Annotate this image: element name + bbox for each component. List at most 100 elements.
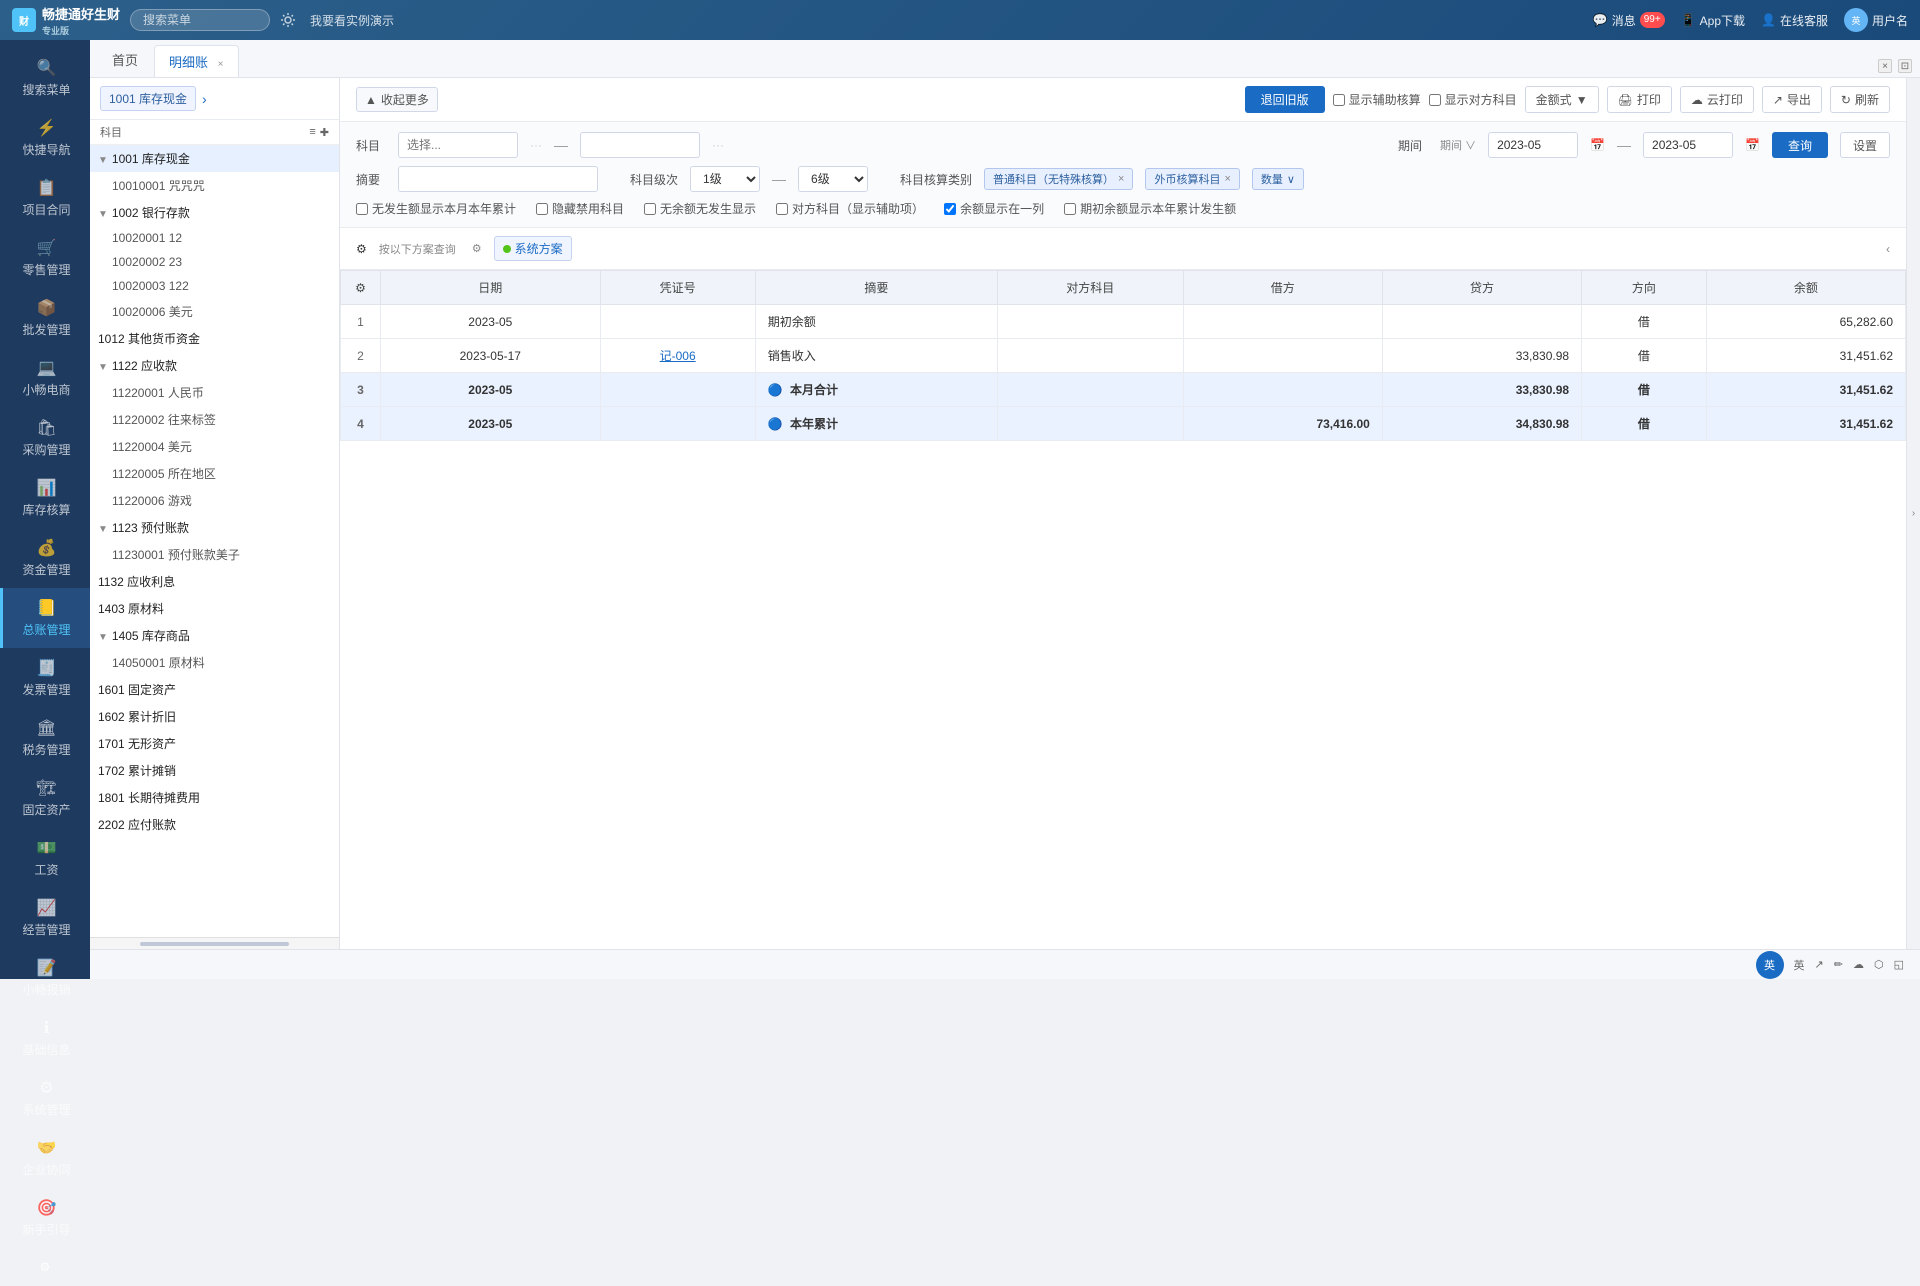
show-opposite-checkbox[interactable]: 显示对方科目	[1429, 91, 1517, 108]
tree-item-1132[interactable]: 1132 应收利息	[90, 568, 339, 595]
period-start-input[interactable]	[1488, 132, 1578, 158]
user-avatar[interactable]: 英 用户名	[1844, 8, 1908, 32]
level-end-select[interactable]: 6级2级3级	[798, 166, 868, 192]
return-old-btn[interactable]: 退回旧版	[1245, 86, 1325, 113]
tree-item-2202[interactable]: 2202 应付账款	[90, 811, 339, 838]
summary-input[interactable]	[398, 166, 598, 192]
sidebar-item-fixedasset[interactable]: 🏗 固定资产	[0, 768, 90, 828]
list-view-icon[interactable]: ≡	[309, 126, 315, 138]
message-btn[interactable]: 💬 消息 99+	[1593, 12, 1665, 29]
checkbox-no-balance[interactable]: 无余额无发生显示	[644, 200, 756, 217]
tree-item-1602[interactable]: 1602 累计折旧	[90, 703, 339, 730]
show-auxiliary-check[interactable]	[1333, 94, 1345, 106]
checkbox-no-amount-input[interactable]	[356, 203, 368, 215]
breadcrumb-arrow-icon[interactable]: ›	[202, 91, 207, 107]
tag2-close-icon[interactable]: ×	[1224, 173, 1230, 185]
account-panel-scrollbar[interactable]	[90, 937, 339, 949]
tree-item-14050001[interactable]: 14050001 原材料	[90, 649, 339, 676]
sidebar-item-expenses[interactable]: 📝 小畅报销	[0, 948, 90, 1008]
checkbox-no-amount[interactable]: 无发生额显示本月本年累计	[356, 200, 516, 217]
tree-item-1702[interactable]: 1702 累计摊销	[90, 757, 339, 784]
checkbox-no-balance-input[interactable]	[644, 203, 656, 215]
checkbox-balance-one-col[interactable]: 余额显示在一列	[944, 200, 1044, 217]
tab-close-icon[interactable]: ×	[218, 59, 224, 70]
sidebar-item-quicknav[interactable]: ⚡ 快捷导航	[0, 108, 90, 168]
tree-item-1405[interactable]: ▼1405 库存商品	[90, 622, 339, 649]
sidebar-item-inventory[interactable]: 📊 库存核算	[0, 468, 90, 528]
tree-item-11220004[interactable]: 11220004 美元	[90, 433, 339, 460]
status-tool-3[interactable]: ✏	[1834, 958, 1843, 971]
sidebar-item-invoice[interactable]: 🧾 发票管理	[0, 648, 90, 708]
subject-input[interactable]	[398, 132, 518, 158]
filter-settings-icon[interactable]: ⚙	[472, 242, 482, 255]
sidebar-item-retail[interactable]: 🛒 零售管理	[0, 228, 90, 288]
status-tool-6[interactable]: ◱	[1894, 958, 1904, 971]
tree-item-11220005[interactable]: 11220005 所在地区	[90, 460, 339, 487]
tab-home[interactable]: 首页	[98, 42, 152, 77]
level-start-select[interactable]: 1级2级3级	[690, 166, 760, 192]
tree-item-1012[interactable]: 1012 其他货币资金	[90, 325, 339, 352]
tree-item-11220006[interactable]: 11220006 游戏	[90, 487, 339, 514]
sidebar-item-ecommerce[interactable]: 💻 小畅电商	[0, 348, 90, 408]
win-close-btn[interactable]: ×	[1878, 59, 1892, 73]
online-service-btn[interactable]: 👤 在线客服	[1761, 12, 1828, 29]
sidebar-item-basicinfo[interactable]: ℹ 基础信息	[0, 1008, 90, 1068]
show-auxiliary-checkbox[interactable]: 显示辅助核算	[1333, 91, 1421, 108]
tree-item-1123[interactable]: ▼1123 预付账款	[90, 514, 339, 541]
sidebar-item-search[interactable]: 🔍 搜索菜单	[0, 48, 90, 108]
refresh-btn[interactable]: ↻ 刷新	[1830, 86, 1890, 113]
tree-item-10020006[interactable]: 10020006 美元	[90, 298, 339, 325]
status-tool-2[interactable]: ↗	[1815, 958, 1824, 971]
search-input[interactable]	[130, 9, 270, 31]
tree-item-10010001[interactable]: 10010001 咒咒咒	[90, 172, 339, 199]
sidebar-item-operations[interactable]: 📈 经营管理	[0, 888, 90, 948]
sidebar-item-ledger[interactable]: 📒 总账管理	[0, 588, 90, 648]
filter-tag-2[interactable]: 外币核算科目 ×	[1145, 168, 1239, 190]
tree-item-1122[interactable]: ▼1122 应收款	[90, 352, 339, 379]
tree-item-1801[interactable]: 1801 长期待摊费用	[90, 784, 339, 811]
checkbox-opposite-subject[interactable]: 对方科目（显示辅助项）	[776, 200, 924, 217]
tree-item-1701[interactable]: 1701 无形资产	[90, 730, 339, 757]
sidebar-item-guide[interactable]: 🎯 新手引导	[0, 1188, 90, 1248]
table-header-gear[interactable]: ⚙	[341, 271, 381, 305]
cloud-print-btn[interactable]: ☁ 云打印	[1680, 86, 1754, 113]
data-table-wrapper[interactable]: ⚙ 日期 凭证号 摘要 对方科目 借方 贷方 方向 余额	[340, 270, 1906, 949]
tree-item-1001[interactable]: ▼1001 库存现金	[90, 145, 339, 172]
sidebar-item-payroll[interactable]: 💵 工资	[0, 828, 90, 888]
tab-detail[interactable]: 明细账 ×	[154, 45, 238, 77]
sidebar-item-collab[interactable]: 🤝 企业协同	[0, 1128, 90, 1188]
account-breadcrumb[interactable]: 1001 库存现金	[100, 86, 196, 111]
status-tool-1[interactable]: 英	[1794, 957, 1805, 973]
settings-icon[interactable]	[280, 10, 300, 30]
lang-btn[interactable]: 英	[1756, 951, 1784, 979]
tree-item-11220002[interactable]: 11220002 往来标签	[90, 406, 339, 433]
tree-item-10020002[interactable]: 10020002 23	[90, 250, 339, 274]
show-opposite-check[interactable]	[1429, 94, 1441, 106]
row-voucher-2[interactable]: 记-006	[600, 339, 755, 373]
tree-item-1601[interactable]: 1601 固定资产	[90, 676, 339, 703]
filter-tag-1[interactable]: 普通科目（无特殊核算） ×	[984, 168, 1133, 190]
collapse-btn[interactable]: ▲ 收起更多	[356, 87, 438, 112]
tree-item-11220001[interactable]: 11220001 人民币	[90, 379, 339, 406]
sidebar-item-purchase[interactable]: 🛍 采购管理	[0, 408, 90, 468]
sidebar-settings-btn[interactable]: ⚙	[0, 1260, 90, 1274]
sidebar-item-project[interactable]: 📋 项目合同	[0, 168, 90, 228]
filter-tag-3[interactable]: 数量 ∨	[1252, 168, 1304, 190]
sidebar-item-wholesale[interactable]: 📦 批发管理	[0, 288, 90, 348]
tag1-close-icon[interactable]: ×	[1118, 173, 1124, 185]
search-btn[interactable]: 查询	[1772, 132, 1828, 158]
filter-settings-btn[interactable]: 设置	[1840, 132, 1890, 158]
checkbox-opening-balance[interactable]: 期初余额显示本年累计发生额	[1064, 200, 1236, 217]
checkbox-hide-disabled[interactable]: 隐藏禁用科目	[536, 200, 624, 217]
sidebar-item-funds[interactable]: 💰 资金管理	[0, 528, 90, 588]
app-download-btn[interactable]: 📱 App下载	[1681, 12, 1745, 29]
tree-item-1002[interactable]: ▼1002 银行存款	[90, 199, 339, 226]
tree-item-10020001[interactable]: 10020001 12	[90, 226, 339, 250]
sidebar-item-tax[interactable]: 🏛 税务管理	[0, 708, 90, 768]
checkbox-balance-one-col-input[interactable]	[944, 203, 956, 215]
add-account-icon[interactable]: ✚	[320, 126, 329, 139]
demo-link[interactable]: 我要看实例演示	[310, 12, 394, 29]
sidebar-item-sysadmin[interactable]: ⚙ 系统管理	[0, 1068, 90, 1128]
period-end-input[interactable]	[1643, 132, 1733, 158]
tree-item-10020003[interactable]: 10020003 122	[90, 274, 339, 298]
